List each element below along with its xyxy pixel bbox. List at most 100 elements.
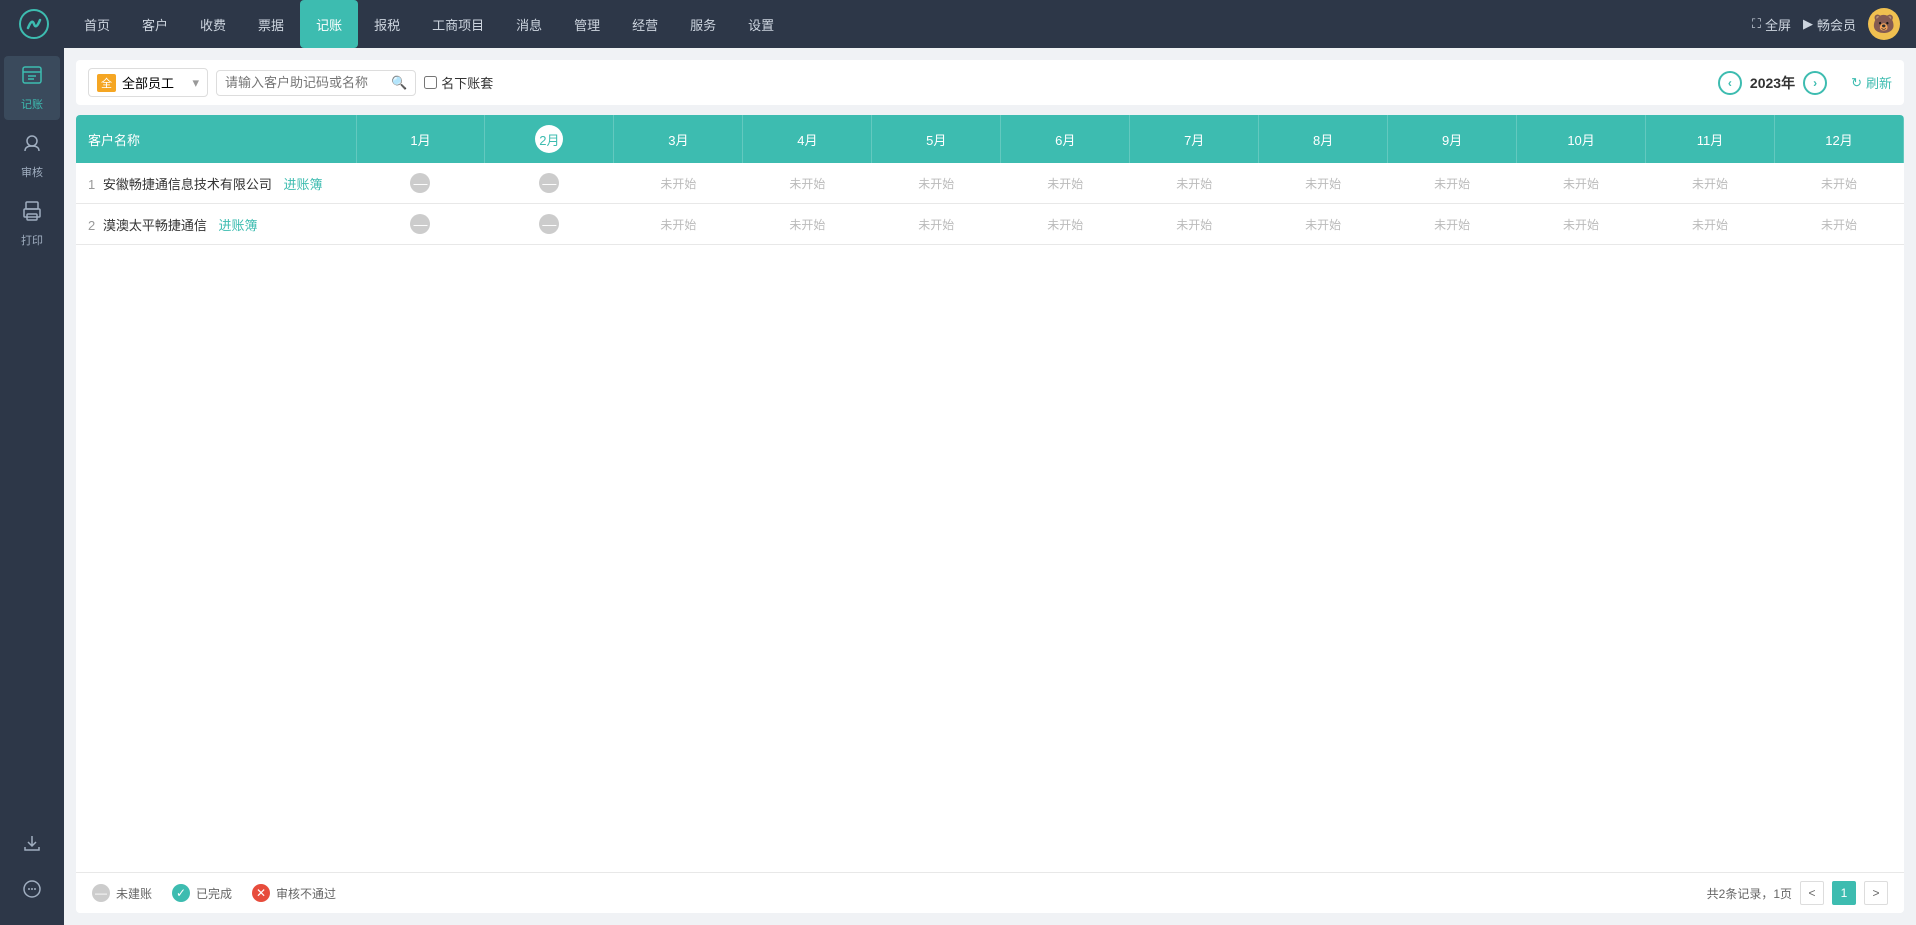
col-dec: 12月 <box>1774 115 1903 163</box>
table-body: 1 安徽畅捷通信息技术有限公司 进账簿 ——未开始未开始未开始未开始未开始未开始… <box>76 163 1904 245</box>
nav-manage[interactable]: 管理 <box>558 0 616 48</box>
col-nov: 11月 <box>1646 115 1775 163</box>
not-started-status: 未开始 <box>1047 218 1083 232</box>
pagination-current[interactable]: 1 <box>1832 881 1856 905</box>
client-name-cell-0: 1 安徽畅捷通信息技术有限公司 进账簿 <box>76 163 356 204</box>
col-jun: 6月 <box>1001 115 1130 163</box>
dash-status-icon: — <box>539 214 559 234</box>
member-button[interactable]: ▶ 畅会员 <box>1803 15 1856 34</box>
top-navigation: 首页 客户 收费 票据 记账 报税 工商项目 消息 管理 经营 服务 设置 ⛶ … <box>0 0 1916 48</box>
fullscreen-button[interactable]: ⛶ 全屏 <box>1752 15 1791 34</box>
nav-customer[interactable]: 客户 <box>126 0 184 48</box>
cell-row0-month0: — <box>356 163 485 204</box>
sidebar-download[interactable] <box>4 825 60 867</box>
nav-right: ⛶ 全屏 ▶ 畅会员 🐻 <box>1752 8 1900 40</box>
table-header-row: 客户名称 1月 2月 3月 4月 5月 6月 7月 8月 <box>76 115 1904 163</box>
not-started-status: 未开始 <box>918 177 954 191</box>
sidebar-item-review-label: 审核 <box>21 164 43 180</box>
footer-bar: — 未建账 ✓ 已完成 ✕ 审核不通过 共2条记录，1页 < 1 > <box>76 872 1904 913</box>
checkbox-account-set[interactable] <box>424 76 437 89</box>
client-name-cell-1: 2 漠澳太平畅捷通信 进账簿 <box>76 204 356 245</box>
avatar[interactable]: 🐻 <box>1868 8 1900 40</box>
legend-rejected-label: 审核不通过 <box>276 885 336 902</box>
sidebar-bottom <box>4 825 60 925</box>
cell-row0-month8: 未开始 <box>1388 163 1517 204</box>
sidebar-chat[interactable] <box>4 871 60 913</box>
pagination-prev[interactable]: < <box>1800 881 1824 905</box>
content-area: 全 全部员工 ▾ 🔍 名下账套 ‹ 2023年 › ↻ 刷新 <box>64 48 1916 925</box>
pagination-next[interactable]: > <box>1864 881 1888 905</box>
cell-row0-month7: 未开始 <box>1259 163 1388 204</box>
col-sep: 9月 <box>1388 115 1517 163</box>
dash-status-icon: — <box>410 173 430 193</box>
nav-items: 首页 客户 收费 票据 记账 报税 工商项目 消息 管理 经营 服务 设置 <box>68 0 1752 48</box>
not-started-status: 未开始 <box>1047 177 1083 191</box>
not-started-status: 未开始 <box>789 218 825 232</box>
nav-operation[interactable]: 经营 <box>616 0 674 48</box>
checkbox-label: 名下账套 <box>441 73 493 92</box>
cell-row0-month3: 未开始 <box>743 163 872 204</box>
not-started-status: 未开始 <box>1692 177 1728 191</box>
chat-icon <box>22 879 42 905</box>
not-started-status: 未开始 <box>789 177 825 191</box>
not-started-status: 未开始 <box>1176 177 1212 191</box>
not-started-status: 未开始 <box>1434 218 1470 232</box>
sidebar-item-account[interactable]: 记账 <box>4 56 60 120</box>
not-started-status: 未开始 <box>1821 177 1857 191</box>
not-started-status: 未开始 <box>1692 218 1728 232</box>
not-started-status: 未开始 <box>1434 177 1470 191</box>
cell-row0-month10: 未开始 <box>1646 163 1775 204</box>
cell-row1-month5: 未开始 <box>1001 204 1130 245</box>
nav-message[interactable]: 消息 <box>500 0 558 48</box>
refresh-button[interactable]: ↻ 刷新 <box>1851 73 1892 92</box>
nav-tax[interactable]: 报税 <box>358 0 416 48</box>
search-input[interactable] <box>225 75 385 90</box>
cell-row1-month8: 未开始 <box>1388 204 1517 245</box>
employee-select[interactable]: 全 全部员工 ▾ <box>88 68 208 97</box>
checkbox-wrap: 名下账套 <box>424 73 493 92</box>
cell-row1-month4: 未开始 <box>872 204 1001 245</box>
cell-row1-month10: 未开始 <box>1646 204 1775 245</box>
nav-service[interactable]: 服务 <box>674 0 732 48</box>
table-row: 2 漠澳太平畅捷通信 进账簿 — — 未开始 未开始 未开始 未开始 未开始 未开始 未开始 未开… <box>76 204 1904 245</box>
nav-settings[interactable]: 设置 <box>732 0 790 48</box>
nav-home[interactable]: 首页 <box>68 0 126 48</box>
employee-badge: 全 <box>97 74 116 92</box>
nav-account[interactable]: 记账 <box>300 0 358 48</box>
row-index-0: 1 <box>88 177 95 192</box>
cell-row0-month4: 未开始 <box>872 163 1001 204</box>
logo-icon <box>18 8 50 40</box>
member-icon: ▶ <box>1803 16 1813 32</box>
legend-not-created-label: 未建账 <box>116 885 152 902</box>
nav-invoice[interactable]: 票据 <box>242 0 300 48</box>
table-row: 1 安徽畅捷通信息技术有限公司 进账簿 ——未开始未开始未开始未开始未开始未开始… <box>76 163 1904 204</box>
nav-fee[interactable]: 收费 <box>184 0 242 48</box>
legend-grey-icon: — <box>92 884 110 902</box>
enter-account-link-1[interactable]: 进账簿 <box>219 218 258 233</box>
legend-completed-label: 已完成 <box>196 885 232 902</box>
print-icon <box>21 200 43 228</box>
not-started-status: 未开始 <box>918 218 954 232</box>
sidebar-item-print[interactable]: 打印 <box>4 192 60 256</box>
row-index-1: 2 <box>88 218 95 233</box>
employee-label: 全部员工 <box>122 73 174 92</box>
fullscreen-icon: ⛶ <box>1752 16 1761 32</box>
cell-row1-month2: 未开始 <box>614 204 743 245</box>
logo <box>10 8 58 40</box>
nav-business[interactable]: 工商项目 <box>416 0 500 48</box>
cell-row0-month11: 未开始 <box>1774 163 1903 204</box>
col-jan: 1月 <box>356 115 485 163</box>
cell-row1-month0: — <box>356 204 485 245</box>
fullscreen-label: 全屏 <box>1765 15 1791 34</box>
refresh-label: 刷新 <box>1866 73 1892 92</box>
not-started-status: 未开始 <box>1176 218 1212 232</box>
account-table: 客户名称 1月 2月 3月 4月 5月 6月 7月 8月 <box>76 115 1904 245</box>
not-started-status: 未开始 <box>660 177 696 191</box>
year-next-button[interactable]: › <box>1803 71 1827 95</box>
cell-row1-month11: 未开始 <box>1774 204 1903 245</box>
enter-account-link-0[interactable]: 进账簿 <box>284 177 323 192</box>
table-wrapper[interactable]: 客户名称 1月 2月 3月 4月 5月 6月 7月 8月 <box>76 115 1904 872</box>
sidebar-item-review[interactable]: 审核 <box>4 124 60 188</box>
year-prev-button[interactable]: ‹ <box>1718 71 1742 95</box>
not-started-status: 未开始 <box>1305 218 1341 232</box>
